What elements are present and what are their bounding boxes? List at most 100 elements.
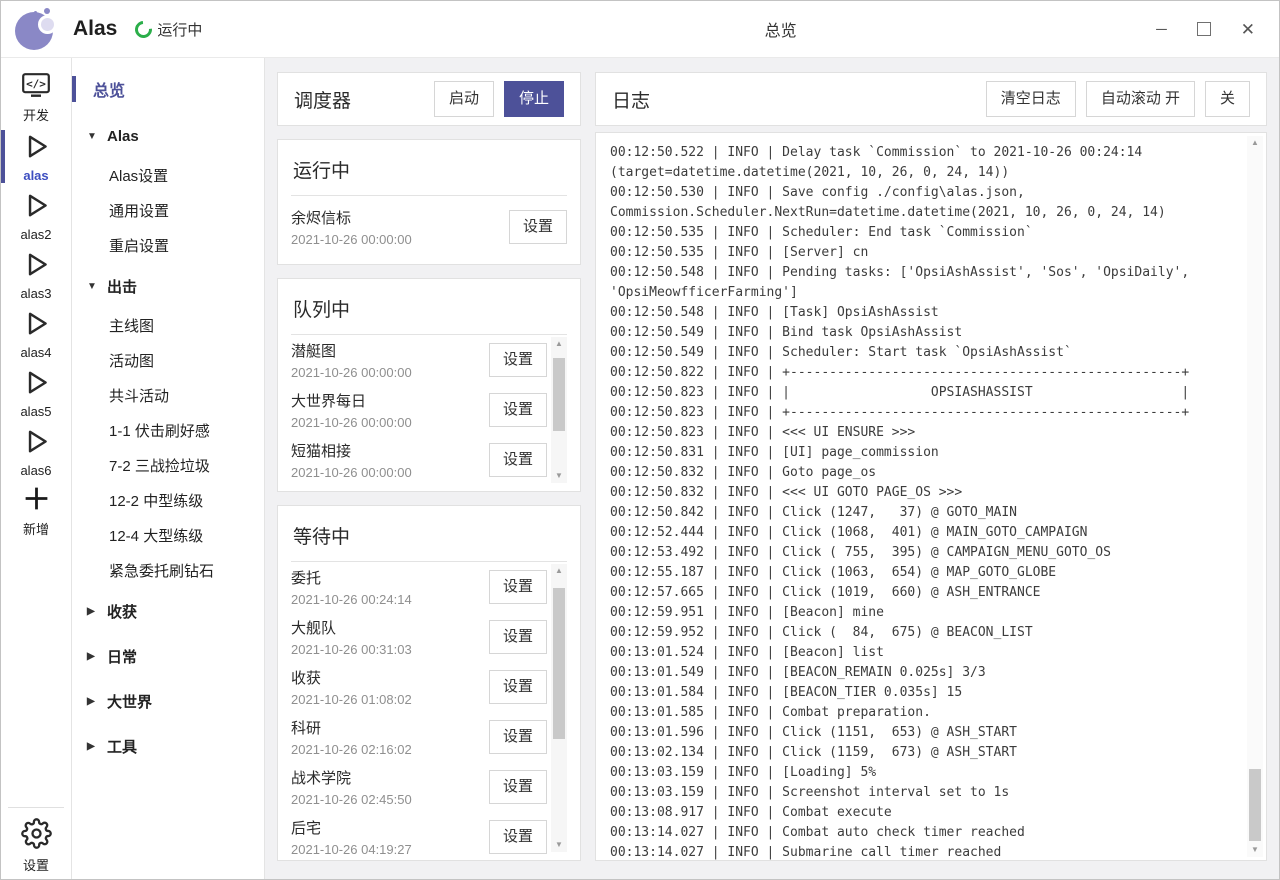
task-setting-button[interactable]: 设置 xyxy=(489,720,547,754)
menu-item[interactable]: 活动图 xyxy=(72,344,264,379)
selected-indicator xyxy=(1,130,5,183)
sidebar-item-add[interactable]: 新增 xyxy=(1,481,71,540)
task-next-run-time: 2021-10-26 00:00:00 xyxy=(291,465,489,480)
menu-group-attack-group[interactable]: ▼ 出击 xyxy=(72,264,264,309)
menu-item[interactable]: 重启设置 xyxy=(72,229,264,264)
task-info: 委托2021-10-26 00:24:14 xyxy=(291,567,489,607)
scrollbar-thumb[interactable] xyxy=(553,358,565,431)
task-setting-button[interactable]: 设置 xyxy=(489,770,547,804)
instance-list: </>开发alas alas2 alas3 alas4 alas5 alas6 新增 xyxy=(1,68,71,540)
pending-task-list: 潜艇图2021-10-26 00:00:00设置大世界每日2021-10-26 … xyxy=(291,335,547,485)
task-setting-button[interactable]: 设置 xyxy=(509,210,567,244)
minimize-button[interactable]: ─ xyxy=(1156,22,1167,37)
menu-group-opsi-group[interactable]: ▶大世界 xyxy=(72,679,264,724)
scheduler-title: 调度器 xyxy=(294,86,351,113)
task-name: 收获 xyxy=(291,667,489,688)
menu-item[interactable]: 12-4 大型练级 xyxy=(72,519,264,554)
chevron-expanded-icon: ▼ xyxy=(87,281,98,292)
sidebar-item-label: alas3 xyxy=(20,286,51,301)
waiting-task-list: 委托2021-10-26 00:24:14设置大舰队2021-10-26 00:… xyxy=(291,562,547,854)
scroll-up-icon[interactable]: ▲ xyxy=(1251,136,1259,150)
sidebar-item-label: alas5 xyxy=(20,404,51,419)
scroll-down-icon[interactable]: ▼ xyxy=(555,838,563,852)
sidebar-item-label: alas2 xyxy=(20,227,51,242)
sidebar-item-alas6[interactable]: alas6 xyxy=(1,422,71,481)
menu-item[interactable]: 7-2 三战捡垃圾 xyxy=(72,449,264,484)
autoscroll-off-button[interactable]: 关 xyxy=(1205,81,1250,117)
task-setting-button[interactable]: 设置 xyxy=(489,343,547,377)
pending-card-title: 队列中 xyxy=(291,287,567,335)
chevron-collapsed-icon: ▶ xyxy=(87,696,98,707)
play-icon xyxy=(21,131,52,167)
task-info: 收获2021-10-26 01:08:02 xyxy=(291,667,489,707)
log-title: 日志 xyxy=(612,86,650,113)
menu-group-alas-group[interactable]: ▼Alas xyxy=(72,114,264,159)
task-row: 大舰队2021-10-26 00:31:03设置 xyxy=(291,612,547,662)
alas-logo-icon xyxy=(15,6,59,52)
scroll-down-icon[interactable]: ▼ xyxy=(555,469,563,483)
menu-group-daily-group[interactable]: ▶日常 xyxy=(72,634,264,679)
close-button[interactable]: ✕ xyxy=(1241,21,1255,38)
sidebar-item-alas5[interactable]: alas5 xyxy=(1,363,71,422)
menu-group-harvest-group[interactable]: ▶收获 xyxy=(72,589,264,634)
running-card: 运行中 余烬信标2021-10-26 00:00:00设置 xyxy=(277,139,581,265)
running-card-title: 运行中 xyxy=(291,148,567,196)
scrollbar-thumb[interactable] xyxy=(1249,769,1261,841)
task-info: 科研2021-10-26 02:16:02 xyxy=(291,717,489,757)
task-row: 后宅2021-10-26 04:19:27设置 xyxy=(291,812,547,854)
clear-log-button[interactable]: 清空日志 xyxy=(986,81,1076,117)
menu-item[interactable]: 12-2 中型练级 xyxy=(72,484,264,519)
scroll-up-icon[interactable]: ▲ xyxy=(555,337,563,351)
start-button[interactable]: 启动 xyxy=(434,81,494,117)
running-spinner-icon xyxy=(132,17,156,41)
menu-group-label: 出击 xyxy=(107,276,137,297)
menu-item[interactable]: 通用设置 xyxy=(72,194,264,229)
task-info: 大舰队2021-10-26 00:31:03 xyxy=(291,617,489,657)
menu-item[interactable]: 共斗活动 xyxy=(72,379,264,414)
menu-item[interactable]: 1-1 伏击刷好感 xyxy=(72,414,264,449)
menu-group-label: 工具 xyxy=(107,736,137,757)
play-icon xyxy=(21,249,52,285)
scrollbar-thumb[interactable] xyxy=(553,588,565,739)
running-task-list: 余烬信标2021-10-26 00:00:00设置 xyxy=(291,196,567,258)
task-setting-button[interactable]: 设置 xyxy=(489,820,547,854)
waiting-card-title: 等待中 xyxy=(291,514,567,562)
sidebar-item-develop[interactable]: </>开发 xyxy=(1,68,71,127)
chevron-collapsed-icon: ▶ xyxy=(87,651,98,662)
play-icon xyxy=(21,426,52,462)
task-setting-button[interactable]: 设置 xyxy=(489,670,547,704)
task-setting-button[interactable]: 设置 xyxy=(489,393,547,427)
menu-group-label: Alas xyxy=(107,128,139,145)
task-setting-button[interactable]: 设置 xyxy=(489,620,547,654)
sidebar-item-alas[interactable]: alas xyxy=(1,127,71,186)
plus-icon xyxy=(22,484,51,518)
task-next-run-time: 2021-10-26 04:19:27 xyxy=(291,842,489,854)
page-title: 总览 xyxy=(765,17,797,41)
scroll-down-icon[interactable]: ▼ xyxy=(1251,843,1259,857)
menu-item[interactable]: 主线图 xyxy=(72,309,264,344)
task-row: 余烬信标2021-10-26 00:00:00设置 xyxy=(291,196,567,258)
log-scrollbar: ▲ ▼ xyxy=(1247,136,1263,857)
sidebar-item-label: alas6 xyxy=(20,463,51,478)
task-setting-button[interactable]: 设置 xyxy=(489,443,547,477)
window-controls: ─ ✕ xyxy=(1156,21,1267,38)
stop-button[interactable]: 停止 xyxy=(504,81,564,117)
menu-item[interactable]: Alas设置 xyxy=(72,159,264,194)
task-info: 大世界每日2021-10-26 00:00:00 xyxy=(291,390,489,430)
task-next-run-time: 2021-10-26 00:31:03 xyxy=(291,642,489,657)
sidebar-item-settings[interactable]: 设置 xyxy=(1,816,71,875)
sidebar-item-label: 设置 xyxy=(23,855,49,874)
task-setting-button[interactable]: 设置 xyxy=(489,570,547,604)
sidebar-item-alas4[interactable]: alas4 xyxy=(1,304,71,363)
menu-group-tools-group[interactable]: ▶工具 xyxy=(72,724,264,769)
scroll-up-icon[interactable]: ▲ xyxy=(555,564,563,578)
task-next-run-time: 2021-10-26 02:16:02 xyxy=(291,742,489,757)
task-next-run-time: 2021-10-26 02:45:50 xyxy=(291,792,489,807)
sidebar-item-alas3[interactable]: alas3 xyxy=(1,245,71,304)
menu-item-overview[interactable]: 总览 xyxy=(72,74,264,104)
sidebar-item-label: 新增 xyxy=(23,519,49,538)
autoscroll-on-button[interactable]: 自动滚动 开 xyxy=(1086,81,1195,117)
menu-item[interactable]: 紧急委托刷钻石 xyxy=(72,554,264,589)
maximize-button[interactable] xyxy=(1197,22,1211,36)
sidebar-item-alas2[interactable]: alas2 xyxy=(1,186,71,245)
